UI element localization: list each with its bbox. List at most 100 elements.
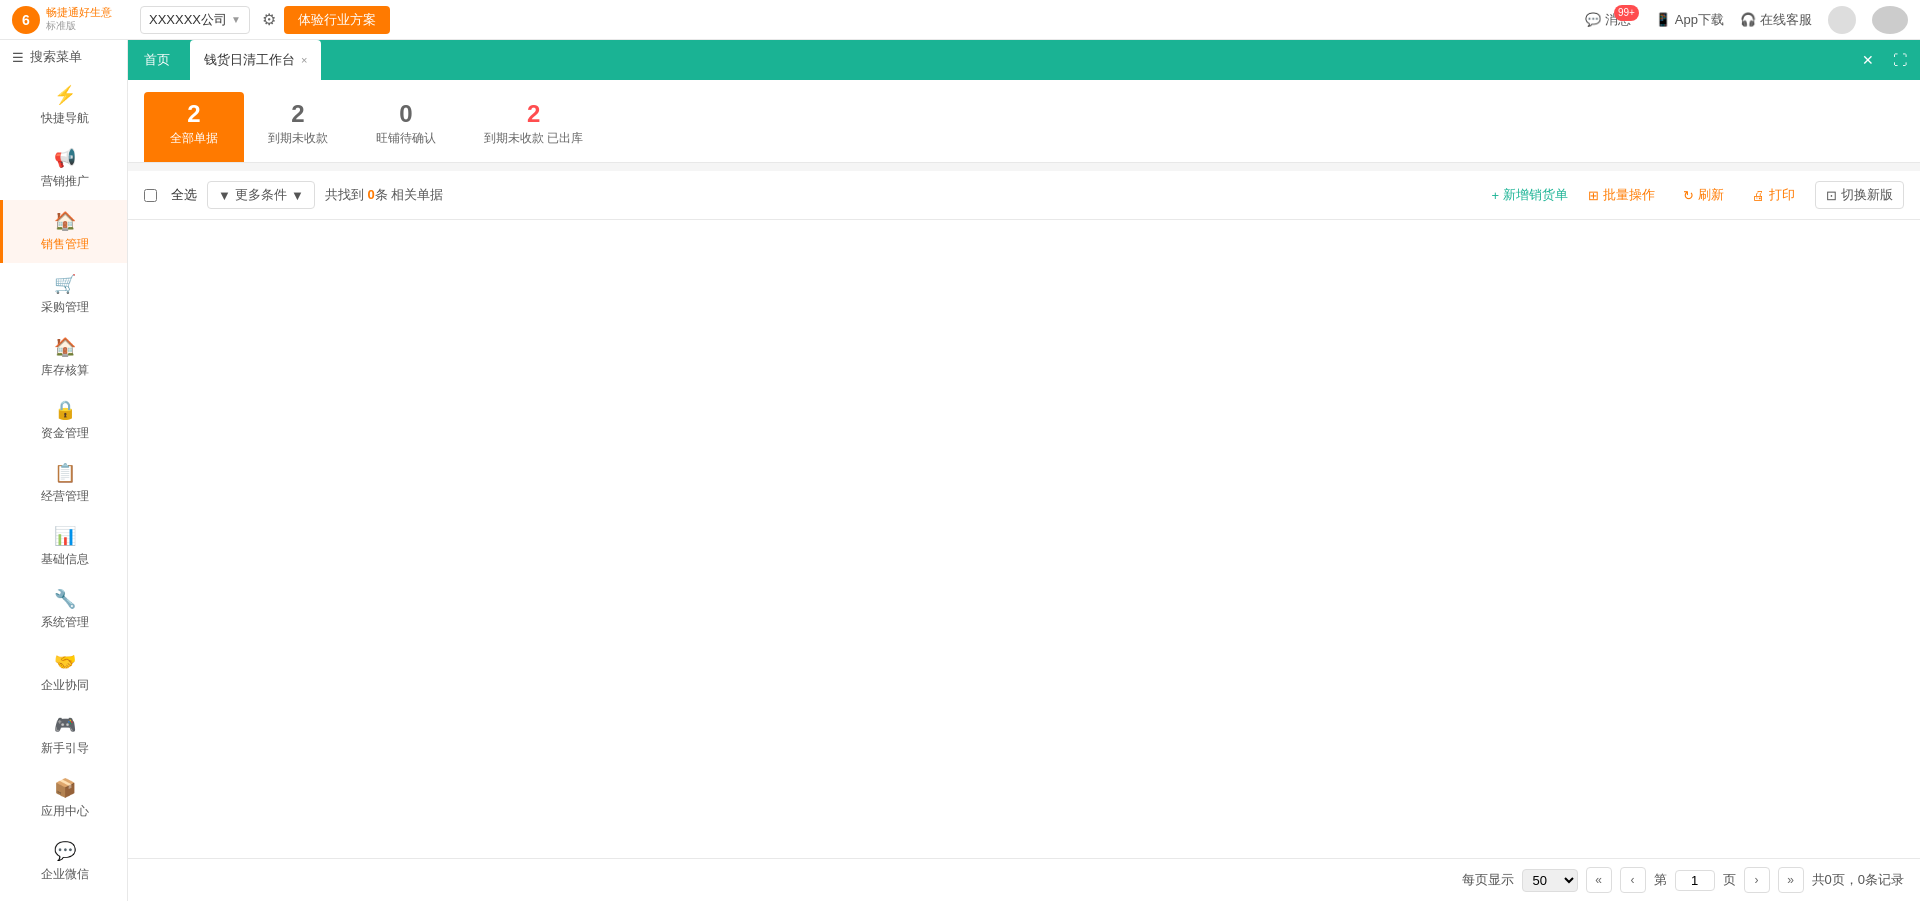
marketing-icon: 📢 (54, 147, 76, 169)
sidebar-item-label: 采购管理 (41, 299, 89, 316)
sidebar-item-label: 资金管理 (41, 425, 89, 442)
sidebar-item-finance[interactable]: 🔒 资金管理 (0, 389, 127, 452)
sidebar-item-label: 系统管理 (41, 614, 89, 631)
page-suffix: 页 (1723, 871, 1736, 889)
print-icon: 🖨 (1752, 188, 1765, 203)
search-menu-button[interactable]: ☰ 搜索菜单 (0, 40, 127, 74)
stat-label-overdue: 到期未收款 (268, 130, 328, 147)
tab-close-button[interactable]: ✕ (1856, 48, 1880, 72)
toolbar: 全选 ▼ 更多条件 ▼ 共找到 0条 相关单据 + 新增销货单 ⊞ (128, 171, 1920, 220)
search-menu-label: 搜索菜单 (30, 48, 82, 66)
settings-icon[interactable]: ⚙ (262, 10, 276, 29)
online-service-button[interactable]: 🎧 在线客服 (1740, 11, 1812, 29)
sidebar-item-wechat[interactable]: 💬 企业微信 (0, 830, 127, 893)
app-center-icon: 📦 (54, 777, 76, 799)
add-sales-order-button[interactable]: + 新增销货单 (1491, 186, 1568, 204)
logo-text-group: 畅捷通好生意 标准版 (46, 6, 112, 33)
finance-icon: 🔒 (54, 399, 76, 421)
sidebar-item-app-center[interactable]: 📦 应用中心 (0, 767, 127, 830)
sidebar-item-label: 基础信息 (41, 551, 89, 568)
switch-version-button[interactable]: ⊡ 切换新版 (1815, 181, 1904, 209)
sidebar-item-purchase[interactable]: 🛒 采购管理 (0, 263, 127, 326)
sidebar-item-system[interactable]: 🔧 系统管理 (0, 578, 127, 641)
add-label: 新增销货单 (1503, 186, 1568, 204)
message-button[interactable]: 💬 消息 99+ (1585, 11, 1631, 29)
sidebar-item-inventory[interactable]: 🏠 库存核算 (0, 326, 127, 389)
page-number-input[interactable] (1675, 870, 1715, 891)
sidebar-item-label: 应用中心 (41, 803, 89, 820)
tab-maximize-button[interactable]: ⛶ (1888, 48, 1912, 72)
sidebar-item-marketing[interactable]: 📢 营销推广 (0, 137, 127, 200)
stat-count-outstock: 2 (527, 100, 540, 128)
stat-tab-overdue[interactable]: 2 到期未收款 (244, 92, 352, 162)
company-name: XXXXXX公司 (149, 11, 227, 29)
sidebar-item-label: 销售管理 (41, 236, 89, 253)
first-page-button[interactable]: « (1586, 867, 1612, 893)
stat-count-pending: 0 (399, 100, 412, 128)
logo-sub: 标准版 (46, 19, 112, 33)
system-icon: 🔧 (54, 588, 76, 610)
cooperation-icon: 🤝 (54, 651, 76, 673)
industry-plan-button[interactable]: 体验行业方案 (284, 6, 390, 34)
operations-icon: 📋 (54, 462, 76, 484)
sidebar-item-guide[interactable]: 🎮 新手引导 (0, 704, 127, 767)
sidebar-item-basic-info[interactable]: 📊 基础信息 (0, 515, 127, 578)
select-all-checkbox[interactable] (144, 189, 157, 202)
page-content: 2 全部单据 2 到期未收款 0 旺铺待确认 2 到期未收款 已出库 (128, 80, 1920, 901)
avatar2[interactable] (1872, 6, 1908, 34)
sidebar-item-label: 经营管理 (41, 488, 89, 505)
tab-bar-controls: ✕ ⛶ (1856, 48, 1920, 72)
stats-tabs: 2 全部单据 2 到期未收款 0 旺铺待确认 2 到期未收款 已出库 (128, 80, 1920, 163)
message-icon: 💬 (1585, 12, 1601, 27)
next-page-button[interactable]: › (1744, 867, 1770, 893)
stat-tab-pending[interactable]: 0 旺铺待确认 (352, 92, 460, 162)
stat-tab-all[interactable]: 2 全部单据 (144, 92, 244, 162)
prev-page-button[interactable]: ‹ (1620, 867, 1646, 893)
toolbar-right: + 新增销货单 ⊞ 批量操作 ↻ 刷新 🖨 打印 (1491, 181, 1904, 209)
online-service-label: 在线客服 (1760, 11, 1812, 29)
purchase-icon: 🛒 (54, 273, 76, 295)
refresh-label: 刷新 (1698, 186, 1724, 204)
header-actions: ⚙ 体验行业方案 (262, 6, 390, 34)
batch-icon: ⊞ (1588, 188, 1599, 203)
sidebar-item-label: 企业微信 (41, 866, 89, 883)
sidebar-item-sales[interactable]: 🏠 销售管理 (0, 200, 127, 263)
sidebar-item-operations[interactable]: 📋 经营管理 (0, 452, 127, 515)
sidebar-item-label: 快捷导航 (41, 110, 89, 127)
search-menu-icon: ☰ (12, 50, 24, 65)
per-page-label: 每页显示 (1462, 871, 1514, 889)
sidebar: ☰ 搜索菜单 ⚡ 快捷导航 📢 营销推广 🏠 销售管理 🛒 采购管理 🏠 库存核… (0, 40, 128, 901)
batch-operation-button[interactable]: ⊞ 批量操作 (1580, 182, 1663, 208)
tab-home[interactable]: 首页 (128, 40, 186, 80)
batch-label: 批量操作 (1603, 186, 1655, 204)
sidebar-item-quick-nav[interactable]: ⚡ 快捷导航 (0, 74, 127, 137)
tab-label: 钱货日清工作台 (204, 51, 295, 69)
sidebar-item-cooperation[interactable]: 🤝 企业协同 (0, 641, 127, 704)
company-dropdown-icon: ▼ (231, 14, 241, 25)
company-selector[interactable]: XXXXXX公司 ▼ (140, 6, 250, 34)
pagination: 每页显示 50 20 100 « ‹ 第 页 › » 共0页，0条记录 (128, 858, 1920, 901)
add-icon: + (1491, 188, 1499, 203)
refresh-button[interactable]: ↻ 刷新 (1675, 182, 1732, 208)
top-header: 6 畅捷通好生意 标准版 XXXXXX公司 ▼ ⚙ 体验行业方案 💬 消息 99… (0, 0, 1920, 40)
tab-close-icon[interactable]: × (301, 54, 307, 66)
sales-icon: 🏠 (54, 210, 76, 232)
last-page-button[interactable]: » (1778, 867, 1804, 893)
filter-button[interactable]: ▼ 更多条件 ▼ (207, 181, 315, 209)
per-page-select[interactable]: 50 20 100 (1522, 869, 1578, 892)
stat-label-all: 全部单据 (170, 130, 218, 147)
print-label: 打印 (1769, 186, 1795, 204)
logo-text: 畅捷通好生意 (46, 6, 112, 19)
message-badge: 99+ (1614, 5, 1639, 21)
filter-chevron-icon: ▼ (291, 188, 304, 203)
filter-icon: ▼ (218, 188, 231, 203)
inventory-icon: 🏠 (54, 336, 76, 358)
total-records-label: 共0页，0条记录 (1812, 871, 1904, 889)
avatar[interactable] (1828, 6, 1856, 34)
tab-active[interactable]: 钱货日清工作台 × (190, 40, 321, 80)
app-download-button[interactable]: 📱 App下载 (1655, 11, 1724, 29)
sidebar-item-member[interactable]: ▽ 畅会员 (0, 893, 127, 901)
quick-nav-icon: ⚡ (54, 84, 76, 106)
stat-tab-outstock[interactable]: 2 到期未收款 已出库 (460, 92, 607, 162)
print-button[interactable]: 🖨 打印 (1744, 182, 1803, 208)
